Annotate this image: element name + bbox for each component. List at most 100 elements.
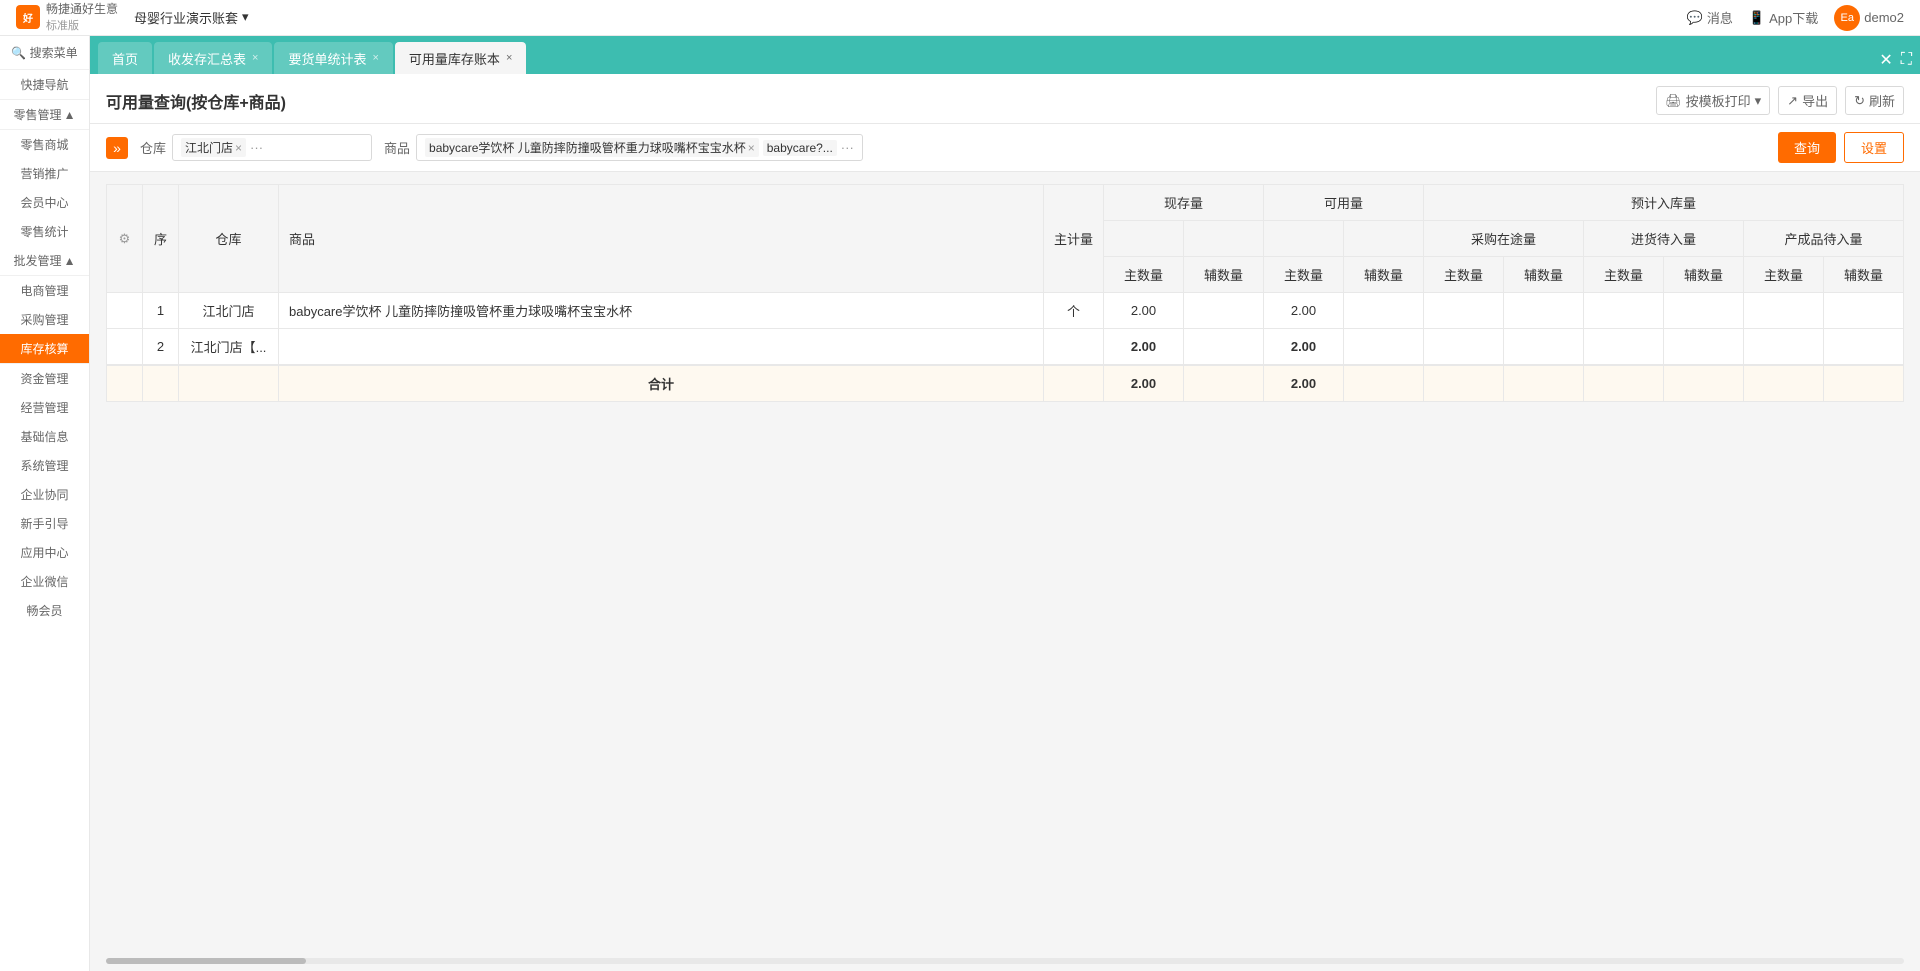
th-product-main: 主数量 <box>1744 257 1824 293</box>
sidebar-item-member[interactable]: 会员中心 <box>0 188 89 217</box>
sidebar-item-basic[interactable]: 基础信息 <box>0 422 89 451</box>
product-filter-group: 商品 babycare学饮杯 儿童防摔防撞吸管杯重力球吸嘴杯宝宝水杯 × bab… <box>384 134 863 161</box>
summary-incoming-aux <box>1664 365 1744 402</box>
scrollbar-track <box>106 958 1904 964</box>
summary-label: 合计 <box>279 365 1044 402</box>
logo-icon: 好 <box>16 5 40 29</box>
row1-no: 1 <box>143 293 179 329</box>
sidebar-item-enterprise[interactable]: 企业协同 <box>0 480 89 509</box>
filter-expand-button[interactable]: » <box>106 137 128 159</box>
page-header-actions: 🖨 按模板打印 ▾ ↗ 导出 ↻ 刷新 <box>1656 86 1904 115</box>
row1-available-aux <box>1344 293 1424 329</box>
tab-available-inventory[interactable]: 可用量库存账本 × <box>395 42 526 74</box>
sidebar-item-quick-nav[interactable]: 快捷导航 <box>0 70 89 100</box>
row2-available-aux <box>1344 329 1424 366</box>
tab-home[interactable]: 首页 <box>98 42 152 74</box>
close-window-icon[interactable]: ✕ <box>1879 50 1892 70</box>
user-name: demo2 <box>1864 10 1904 25</box>
data-table: ⚙ 序 仓库 商品 主计量 现存量 可用量 预计入库量 <box>106 184 1904 402</box>
logo-text: 畅捷通好生意 <box>46 2 118 16</box>
th-no: 序 <box>143 185 179 293</box>
scrollbar-thumb[interactable] <box>106 958 306 964</box>
warehouse-filter-input[interactable]: 江北门店 × ··· <box>172 134 372 161</box>
th-unit: 主计量 <box>1043 185 1103 293</box>
app-download-action[interactable]: 📱 App下载 <box>1749 8 1818 27</box>
summary-available-aux <box>1344 365 1424 402</box>
summary-stock-main: 2.00 <box>1104 365 1184 402</box>
warehouse-more-dots[interactable]: ··· <box>250 140 263 155</box>
sidebar-item-retail-stats[interactable]: 零售统计 <box>0 217 89 246</box>
sidebar-item-finance[interactable]: 资金管理 <box>0 364 89 393</box>
th-purchase-main: 主数量 <box>1424 257 1504 293</box>
chevron-icon: ▲ <box>64 108 76 122</box>
column-settings-icon[interactable]: ⚙ <box>119 231 131 246</box>
th-purchase-group: 采购在途量 <box>1424 221 1584 257</box>
message-action[interactable]: 💬 消息 <box>1687 8 1733 27</box>
summary-purchase-aux <box>1504 365 1584 402</box>
row1-warehouse: 江北门店 <box>179 293 279 329</box>
summary-incoming-main <box>1584 365 1664 402</box>
sidebar-item-guide[interactable]: 新手引导 <box>0 509 89 538</box>
tab-receive-summary[interactable]: 收发存汇总表 × <box>154 42 272 74</box>
th-stock-aux-label: 辅数量 <box>1184 257 1264 293</box>
inventory-tab-close[interactable]: × <box>506 52 512 64</box>
product-more-dots[interactable]: ··· <box>841 140 854 155</box>
th-incoming-aux: 辅数量 <box>1664 257 1744 293</box>
product-filter-input[interactable]: babycare学饮杯 儿童防摔防撞吸管杯重力球吸嘴杯宝宝水杯 × babyca… <box>416 134 863 161</box>
row2-no: 2 <box>143 329 179 366</box>
maximize-icon[interactable]: ⛶ <box>1901 51 1912 69</box>
sidebar-item-ecommerce[interactable]: 电商管理 <box>0 276 89 305</box>
chevron-icon-2: ▲ <box>64 254 76 268</box>
sidebar-search[interactable]: 🔍 搜索菜单 <box>0 36 89 70</box>
sidebar-item-marketing[interactable]: 营销推广 <box>0 159 89 188</box>
sidebar-item-operations[interactable]: 经营管理 <box>0 393 89 422</box>
th-product-group: 产成品待入量 <box>1744 221 1904 257</box>
refresh-button[interactable]: ↻ 刷新 <box>1845 86 1904 115</box>
print-button[interactable]: 🖨 按模板打印 ▾ <box>1656 86 1770 115</box>
product-tag-2: babycare?... <box>763 140 837 156</box>
sidebar-item-wechat[interactable]: 企业微信 <box>0 567 89 596</box>
th-incoming-main: 主数量 <box>1584 257 1664 293</box>
app-download-label: App下载 <box>1769 8 1818 27</box>
row1-product: babycare学饮杯 儿童防摔防撞吸管杯重力球吸嘴杯宝宝水杯 <box>279 293 1044 329</box>
order-tab-close[interactable]: × <box>372 52 378 64</box>
settings-button[interactable]: 设置 <box>1844 132 1904 163</box>
avatar: Ea <box>1834 5 1860 31</box>
sidebar-item-wholesale[interactable]: 批发管理 ▲ <box>0 246 89 276</box>
receive-tab-close[interactable]: × <box>252 52 258 64</box>
sidebar-item-system[interactable]: 系统管理 <box>0 451 89 480</box>
tab-bar: 首页 收发存汇总表 × 要货单统计表 × 可用量库存账本 × ✕ ⛶ <box>90 36 1920 74</box>
user-action[interactable]: Ea demo2 <box>1834 5 1904 31</box>
logo-text-area: 畅捷通好生意 标准版 <box>46 2 118 32</box>
th-settings: ⚙ <box>107 185 143 293</box>
sidebar-item-retail-mall[interactable]: 零售商城 <box>0 130 89 159</box>
summary-product-main <box>1744 365 1824 402</box>
summary-unit <box>1043 365 1103 402</box>
row1-stock-aux <box>1184 293 1264 329</box>
sidebar-item-purchase[interactable]: 采购管理 <box>0 305 89 334</box>
warehouse-tag-close[interactable]: × <box>235 141 242 155</box>
row2-product-main <box>1744 329 1824 366</box>
sidebar-item-inventory[interactable]: 库存核算 <box>0 334 89 364</box>
th-available-group: 可用量 <box>1264 185 1424 221</box>
sidebar-item-zero-retail[interactable]: 零售管理 ▲ <box>0 100 89 130</box>
summary-purchase-main <box>1424 365 1504 402</box>
page-header: 可用量查询(按仓库+商品) 🖨 按模板打印 ▾ ↗ 导出 ↻ 刷新 <box>90 74 1920 124</box>
store-selector[interactable]: 母婴行业演示账套 ▾ <box>126 6 257 29</box>
product-tag1-close[interactable]: × <box>748 141 755 155</box>
row1-purchase-aux <box>1504 293 1584 329</box>
store-name: 母婴行业演示账套 <box>134 8 238 27</box>
query-button[interactable]: 查询 <box>1778 132 1836 163</box>
summary-empty3 <box>179 365 279 402</box>
th-available-aux-label: 辅数量 <box>1344 257 1424 293</box>
content-area: 首页 收发存汇总表 × 要货单统计表 × 可用量库存账本 × ✕ ⛶ 可用量查询… <box>90 36 1920 971</box>
summary-empty1 <box>107 365 143 402</box>
row2-product <box>279 329 1044 366</box>
row2-incoming-main <box>1584 329 1664 366</box>
tab-order-stats[interactable]: 要货单统计表 × <box>274 42 392 74</box>
message-icon: 💬 <box>1687 10 1703 26</box>
export-button[interactable]: ↗ 导出 <box>1778 86 1837 115</box>
sidebar-item-vip[interactable]: 畅会员 <box>0 596 89 625</box>
sidebar-item-app-center[interactable]: 应用中心 <box>0 538 89 567</box>
logo-sub: 标准版 <box>46 17 118 33</box>
